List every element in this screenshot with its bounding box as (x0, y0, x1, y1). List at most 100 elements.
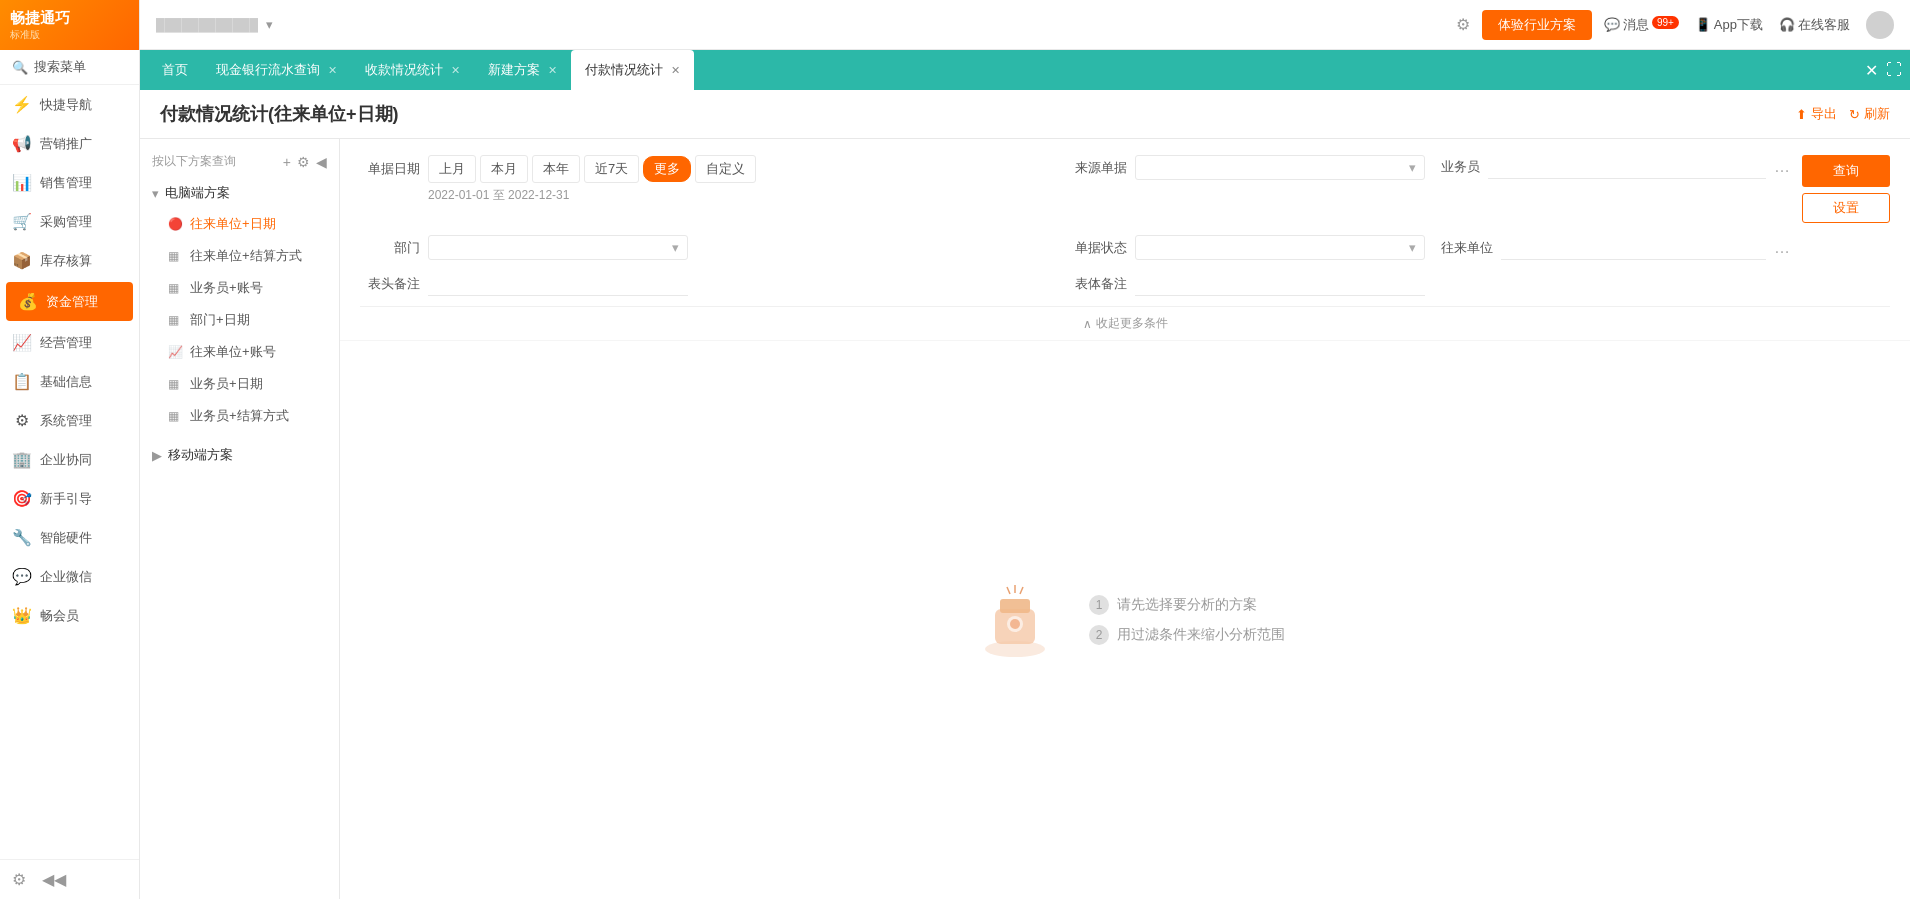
sidebar-item-shortcut[interactable]: ⚡ 快捷导航 (0, 85, 139, 124)
scheme-item-label: 往来单位+日期 (190, 215, 276, 233)
sidebar-item-basic[interactable]: 📋 基础信息 (0, 362, 139, 401)
date-btn-custom[interactable]: 自定义 (695, 155, 756, 183)
sidebar-item-enterprise[interactable]: 🏢 企业协同 (0, 440, 139, 479)
refresh-label: 刷新 (1864, 105, 1890, 123)
scheme-item-staff-account[interactable]: ▦ 业务员+账号 (140, 272, 339, 304)
app-download-link[interactable]: 📱 App下载 (1695, 16, 1763, 34)
date-btn-more[interactable]: 更多 (643, 156, 691, 182)
sidebar-item-hardware[interactable]: 🔧 智能硬件 (0, 518, 139, 557)
scheme-item-staff-settle[interactable]: ▦ 业务员+结算方式 (140, 400, 339, 432)
sidebar-item-finance[interactable]: 💰 资金管理 (6, 282, 133, 321)
tab-home[interactable]: 首页 (148, 50, 202, 90)
message-link[interactable]: 💬 消息 99+ (1604, 16, 1679, 34)
status-select[interactable]: ▾ (1135, 235, 1425, 260)
query-button[interactable]: 查询 (1802, 155, 1890, 187)
sidebar-item-label: 资金管理 (46, 293, 98, 311)
settings-button[interactable]: 设置 (1802, 193, 1890, 223)
app-download-label: App下载 (1714, 16, 1763, 34)
sidebar-item-label: 畅会员 (40, 607, 79, 625)
search-label: 搜索菜单 (34, 58, 86, 76)
sidebar-item-system[interactable]: ⚙ 系统管理 (0, 401, 139, 440)
tab-payment[interactable]: 付款情况统计 ✕ (571, 50, 694, 90)
topbar: ████████████ ▾ ⚙ 体验行业方案 💬 消息 99+ 📱 App下载… (140, 0, 1910, 50)
tab-new-scheme[interactable]: 新建方案 ✕ (474, 50, 571, 90)
enterprise-icon: 🏢 (12, 450, 32, 469)
svg-line-6 (1020, 587, 1023, 594)
scheme-item-unit-settle[interactable]: ▦ 往来单位+结算方式 (140, 240, 339, 272)
tab-receivable-close[interactable]: ✕ (451, 64, 460, 77)
sidebar-item-operations[interactable]: 📈 经营管理 (0, 323, 139, 362)
scheme-item-staff-date[interactable]: ▦ 业务员+日期 (140, 368, 339, 400)
export-button[interactable]: ⬆ 导出 (1796, 105, 1837, 123)
desktop-category[interactable]: ▾ 电脑端方案 (140, 178, 339, 208)
tab-receivable[interactable]: 收款情况统计 ✕ (351, 50, 474, 90)
body-note-input[interactable] (1135, 272, 1425, 296)
related-unit-input[interactable] (1501, 236, 1767, 260)
dept-select[interactable]: ▾ (428, 235, 688, 260)
tab-bank-label: 现金银行流水查询 (216, 61, 320, 79)
expand-tabs-icon[interactable]: ⛶ (1886, 61, 1902, 79)
collapse-sidebar-icon[interactable]: ◀◀ (42, 870, 66, 889)
trial-button[interactable]: 体验行业方案 (1482, 10, 1592, 40)
staff-input[interactable] (1488, 155, 1767, 179)
collapse-filter-button[interactable]: ∧ 收起更多条件 (360, 306, 1890, 340)
sidebar-item-purchase[interactable]: 🛒 采购管理 (0, 202, 139, 241)
date-btn-7days[interactable]: 近7天 (584, 155, 639, 183)
tab-bank[interactable]: 现金银行流水查询 ✕ (202, 50, 351, 90)
search-icon: 🔍 (12, 60, 28, 75)
add-scheme-icon[interactable]: + (283, 154, 291, 170)
staff-more-icon[interactable]: … (1774, 158, 1790, 176)
collapse-label: 收起更多条件 (1096, 315, 1168, 332)
scheme-item-unit-date[interactable]: 🔴 往来单位+日期 (140, 208, 339, 240)
sidebar-item-guide[interactable]: 🎯 新手引导 (0, 479, 139, 518)
sidebar-item-label: 采购管理 (40, 213, 92, 231)
marketing-icon: 📢 (12, 134, 32, 153)
sidebar-item-marketing[interactable]: 📢 营销推广 (0, 124, 139, 163)
sidebar-item-wechat[interactable]: 💬 企业微信 (0, 557, 139, 596)
date-btn-last-month[interactable]: 上月 (428, 155, 476, 183)
sidebar-item-vip[interactable]: 👑 畅会员 (0, 596, 139, 635)
source-select[interactable]: ▾ (1135, 155, 1425, 180)
purchase-icon: 🛒 (12, 212, 32, 231)
scheme-icon-4: ▦ (168, 313, 184, 327)
collapse-scheme-icon[interactable]: ◀ (316, 154, 327, 170)
scheme-item-dept-date[interactable]: ▦ 部门+日期 (140, 304, 339, 336)
sidebar-item-sales[interactable]: 📊 销售管理 (0, 163, 139, 202)
search-menu[interactable]: 🔍 搜索菜单 (0, 50, 139, 85)
scheme-item-unit-account[interactable]: 📈 往来单位+账号 (140, 336, 339, 368)
content-area: 付款情况统计(往来单位+日期) ⬆ 导出 ↻ 刷新 按以下方案查询 + (140, 90, 1910, 899)
date-btn-this-month[interactable]: 本月 (480, 155, 528, 183)
inventory-icon: 📦 (12, 251, 32, 270)
tab-bank-close[interactable]: ✕ (328, 64, 337, 77)
address-dropdown-icon[interactable]: ▾ (266, 17, 273, 32)
basic-icon: 📋 (12, 372, 32, 391)
category-arrow-icon: ▾ (152, 186, 159, 201)
scheme-item-label: 业务员+日期 (190, 375, 263, 393)
user-avatar[interactable] (1866, 11, 1894, 39)
tip-1-text: 请先选择要分析的方案 (1117, 596, 1257, 614)
online-service-link[interactable]: 🎧 在线客服 (1779, 16, 1850, 34)
tab-new-scheme-close[interactable]: ✕ (548, 64, 557, 77)
settings-bottom-icon[interactable]: ⚙ (12, 870, 26, 889)
scheme-item-label: 业务员+结算方式 (190, 407, 289, 425)
sidebar-item-label: 库存核算 (40, 252, 92, 270)
sidebar-item-inventory[interactable]: 📦 库存核算 (0, 241, 139, 280)
mobile-category[interactable]: ▶ 移动端方案 (140, 440, 339, 470)
tab-payment-close[interactable]: ✕ (671, 64, 680, 77)
related-unit-more-icon[interactable]: … (1774, 239, 1790, 257)
scheme-panel-actions: + ⚙ ◀ (283, 154, 327, 170)
sidebar-item-label: 企业协同 (40, 451, 92, 469)
tip-num-2: 2 (1089, 625, 1109, 645)
tabs-right-controls: ✕ ⛶ (1865, 61, 1902, 80)
close-all-tabs-icon[interactable]: ✕ (1865, 61, 1878, 80)
export-icon: ⬆ (1796, 107, 1807, 122)
topbar-settings-icon[interactable]: ⚙ (1456, 15, 1470, 34)
empty-tip-2: 2 用过滤条件来缩小分析范围 (1089, 625, 1285, 645)
empty-state: 1 请先选择要分析的方案 2 用过滤条件来缩小分析范围 (340, 341, 1910, 899)
guide-icon: 🎯 (12, 489, 32, 508)
scheme-settings-icon[interactable]: ⚙ (297, 154, 310, 170)
sidebar-item-label: 系统管理 (40, 412, 92, 430)
date-btn-this-year[interactable]: 本年 (532, 155, 580, 183)
header-note-input[interactable] (428, 272, 688, 296)
refresh-button[interactable]: ↻ 刷新 (1849, 105, 1890, 123)
